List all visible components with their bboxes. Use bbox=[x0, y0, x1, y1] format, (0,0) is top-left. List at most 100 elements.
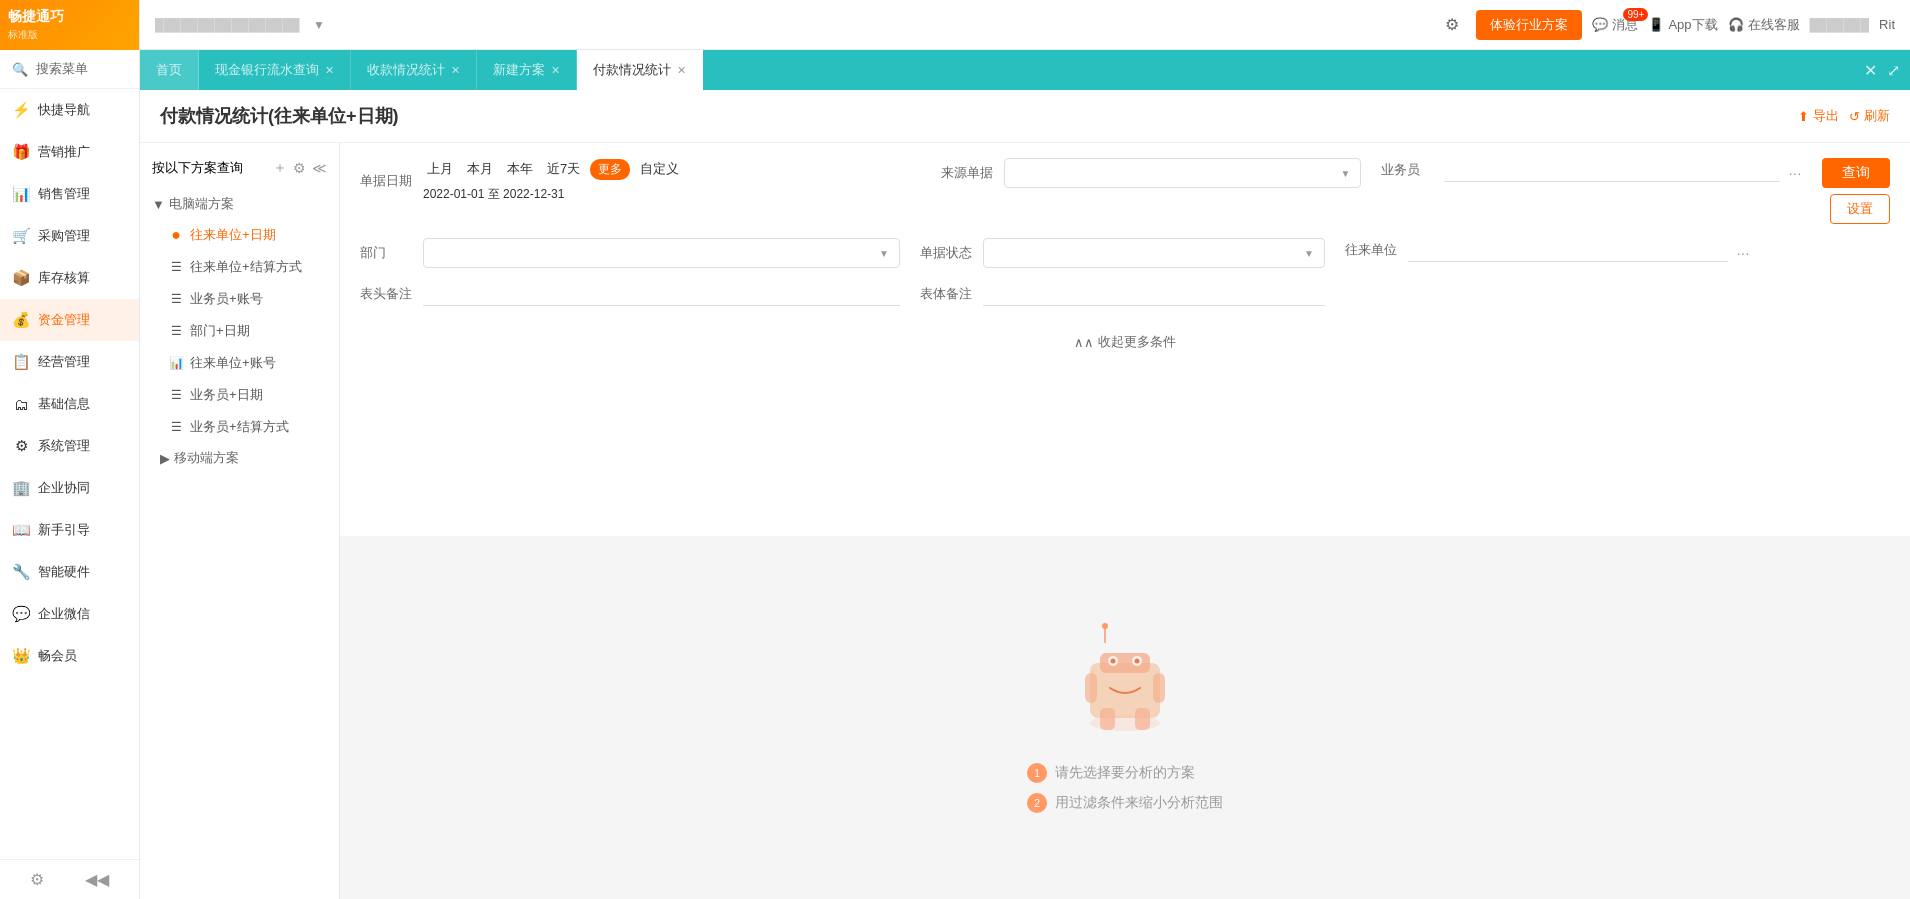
filter-headnote-label: 表头备注 bbox=[360, 285, 415, 303]
filter-staff-label: 业务员 bbox=[1381, 161, 1436, 179]
topbar-service[interactable]: 🎧 在线客服 bbox=[1728, 16, 1800, 34]
query-button[interactable]: 查询 bbox=[1822, 158, 1890, 188]
scheme-group-desktop-title[interactable]: ▼ 电脑端方案 bbox=[140, 189, 339, 219]
scheme-item-partner-settle[interactable]: ☰ 往来单位+结算方式 bbox=[140, 251, 339, 283]
username[interactable]: Rit bbox=[1879, 17, 1895, 32]
filter-partner-more[interactable]: … bbox=[1736, 242, 1750, 258]
scheme-item-staff-account[interactable]: ☰ 业务员+账号 bbox=[140, 283, 339, 315]
sidebar-search[interactable]: 🔍 搜索菜单 bbox=[0, 50, 139, 89]
tab-home[interactable]: 首页 bbox=[140, 50, 199, 90]
topbar-message[interactable]: 💬 消息 99+ bbox=[1592, 16, 1638, 34]
sidebar-item-marketing[interactable]: 🎁 营销推广 bbox=[0, 131, 139, 173]
tab-new-scheme[interactable]: 新建方案 ✕ bbox=[477, 50, 577, 90]
sidebar-item-finance[interactable]: 💰 资金管理 bbox=[0, 299, 139, 341]
scheme-header-label: 按以下方案查询 bbox=[152, 159, 243, 177]
filter-docstatus-select[interactable]: ▼ bbox=[983, 238, 1325, 268]
collapse-sidebar-icon[interactable]: ◀◀ bbox=[85, 870, 109, 889]
filter-dept-select[interactable]: ▼ bbox=[423, 238, 900, 268]
scheme-group-mobile-label: 移动端方案 bbox=[174, 449, 239, 467]
collapse-more-btn[interactable]: ∧∧ 收起更多条件 bbox=[1066, 325, 1184, 359]
scheme-item-dept-date[interactable]: ☰ 部门+日期 bbox=[140, 315, 339, 347]
sidebar-item-hardware[interactable]: 🔧 智能硬件 bbox=[0, 551, 139, 593]
tab-receive-stat-close[interactable]: ✕ bbox=[451, 64, 460, 77]
message-badge: 99+ bbox=[1623, 8, 1648, 21]
page-body: 按以下方案查询 ＋ ⚙ ≪ ▼ 电脑端方案 ● 往来单位+日期 bbox=[140, 143, 1910, 899]
scheme-group-mobile: ▶ 移动端方案 bbox=[140, 443, 339, 473]
tab-close-all-icon[interactable]: ✕ bbox=[1864, 61, 1877, 80]
sidebar-item-label: 系统管理 bbox=[38, 437, 90, 455]
marketing-icon: 🎁 bbox=[12, 143, 30, 161]
tab-bank-flow[interactable]: 现金银行流水查询 ✕ bbox=[199, 50, 351, 90]
filter-dept-label: 部门 bbox=[360, 244, 415, 262]
scheme-item-icon: ☰ bbox=[168, 323, 184, 339]
add-scheme-icon[interactable]: ＋ bbox=[273, 159, 287, 177]
scheme-item-partner-account[interactable]: 📊 往来单位+账号 bbox=[140, 347, 339, 379]
scheme-panel: 按以下方案查询 ＋ ⚙ ≪ ▼ 电脑端方案 ● 往来单位+日期 bbox=[140, 143, 340, 899]
setting-button[interactable]: 设置 bbox=[1830, 194, 1890, 224]
topbar-app[interactable]: 📱 App下载 bbox=[1648, 16, 1717, 34]
scheme-item-label: 往来单位+日期 bbox=[190, 226, 276, 244]
date-opt-custom[interactable]: 自定义 bbox=[636, 158, 683, 180]
date-opt-this-year[interactable]: 本年 bbox=[503, 158, 537, 180]
tab-expand-icon[interactable]: ⤢ bbox=[1887, 61, 1900, 80]
topbar: █████████████████ ▼ ⚙ 体验行业方案 💬 消息 99+ 📱 … bbox=[140, 0, 1910, 50]
sidebar-item-inventory[interactable]: 📦 库存核算 bbox=[0, 257, 139, 299]
placeholder-svg bbox=[1065, 623, 1185, 743]
scheme-item-icon: ☰ bbox=[168, 291, 184, 307]
svg-rect-9 bbox=[1100, 708, 1115, 730]
filter-date-options: 上月 本月 本年 近7天 更多 自定义 bbox=[423, 158, 921, 180]
settings-scheme-icon[interactable]: ⚙ bbox=[293, 160, 306, 176]
tab-pay-stat-close[interactable]: ✕ bbox=[677, 64, 686, 77]
date-opt-more[interactable]: 更多 bbox=[590, 159, 630, 180]
date-range-display: 2022-01-01 至 2022-12-31 bbox=[423, 186, 921, 203]
sidebar-item-wechat[interactable]: 💬 企业微信 bbox=[0, 593, 139, 635]
sidebar-item-member[interactable]: 👑 畅会员 bbox=[0, 635, 139, 677]
filter-staff-input[interactable] bbox=[1444, 158, 1780, 182]
sidebar-item-basic[interactable]: 🗂 基础信息 bbox=[0, 383, 139, 425]
date-opt-last-month[interactable]: 上月 bbox=[423, 158, 457, 180]
svg-point-12 bbox=[1102, 623, 1108, 629]
scheme-item-label: 业务员+日期 bbox=[190, 386, 263, 404]
filter-headnote-input[interactable] bbox=[423, 282, 900, 306]
chevron-down-icon: ▼ bbox=[879, 248, 889, 259]
svg-point-6 bbox=[1135, 658, 1140, 663]
sidebar-item-system[interactable]: ⚙ 系统管理 bbox=[0, 425, 139, 467]
scheme-item-staff-settle[interactable]: ☰ 业务员+结算方式 bbox=[140, 411, 339, 443]
app-label: App下载 bbox=[1668, 16, 1717, 34]
sidebar-item-operation[interactable]: 📋 经营管理 bbox=[0, 341, 139, 383]
sidebar-item-guide[interactable]: 📖 新手引导 bbox=[0, 509, 139, 551]
breadcrumb: █████████████████ ▼ bbox=[155, 18, 1428, 32]
date-opt-this-month[interactable]: 本月 bbox=[463, 158, 497, 180]
tab-bank-flow-close[interactable]: ✕ bbox=[325, 64, 334, 77]
export-btn[interactable]: ⬆ 导出 bbox=[1798, 107, 1839, 125]
results-placeholder: 1 请先选择要分析的方案 2 用过滤条件来缩小分析范围 bbox=[1027, 623, 1223, 813]
scheme-group-mobile-title[interactable]: ▶ 移动端方案 bbox=[140, 443, 339, 473]
sidebar-item-enterprise[interactable]: 🏢 企业协同 bbox=[0, 467, 139, 509]
guide-icon: 📖 bbox=[12, 521, 30, 539]
topbar-settings-icon[interactable]: ⚙ bbox=[1438, 11, 1466, 39]
sidebar-nav: ⚡ 快捷导航 🎁 营销推广 📊 销售管理 🛒 采购管理 📦 库存核算 💰 资金管… bbox=[0, 89, 139, 859]
purchase-icon: 🛒 bbox=[12, 227, 30, 245]
tab-new-scheme-close[interactable]: ✕ bbox=[551, 64, 560, 77]
collapse-scheme-icon[interactable]: ≪ bbox=[312, 160, 327, 176]
settings-icon[interactable]: ⚙ bbox=[30, 870, 44, 889]
refresh-btn[interactable]: ↺ 刷新 bbox=[1849, 107, 1890, 125]
scheme-item-staff-date[interactable]: ☰ 业务员+日期 bbox=[140, 379, 339, 411]
filter-partner-input[interactable] bbox=[1408, 238, 1728, 262]
scheme-group-label: 电脑端方案 bbox=[169, 195, 234, 213]
sidebar-item-sales[interactable]: 📊 销售管理 bbox=[0, 173, 139, 215]
scheme-group-desktop: ▼ 电脑端方案 ● 往来单位+日期 ☰ 往来单位+结算方式 ☰ 业务员+账号 bbox=[140, 189, 339, 443]
scheme-item-partner-date[interactable]: ● 往来单位+日期 bbox=[140, 219, 339, 251]
filter-bodynote-input[interactable] bbox=[983, 282, 1325, 306]
sidebar-item-quick-nav[interactable]: ⚡ 快捷导航 bbox=[0, 89, 139, 131]
sidebar-item-purchase[interactable]: 🛒 采购管理 bbox=[0, 215, 139, 257]
date-opt-7days[interactable]: 近7天 bbox=[543, 158, 584, 180]
tab-pay-stat[interactable]: 付款情况统计 ✕ bbox=[577, 50, 703, 90]
refresh-label: 刷新 bbox=[1864, 107, 1890, 125]
filter-staff-more[interactable]: … bbox=[1788, 162, 1802, 178]
tab-receive-stat[interactable]: 收款情况统计 ✕ bbox=[351, 50, 477, 90]
industry-btn[interactable]: 体验行业方案 bbox=[1476, 10, 1582, 40]
service-icon: 🎧 bbox=[1728, 17, 1744, 32]
scheme-header-actions: ＋ ⚙ ≪ bbox=[273, 159, 327, 177]
filter-source-select[interactable]: ▼ bbox=[1004, 158, 1362, 188]
